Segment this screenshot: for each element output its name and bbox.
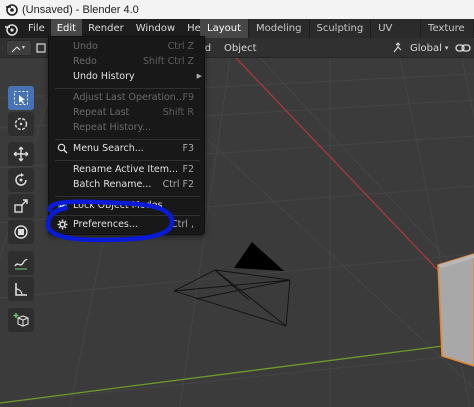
menu-separator (55, 160, 200, 161)
tool-measure[interactable] (8, 277, 34, 301)
menu-item-label: Preferences... (73, 219, 138, 230)
cursor-arrow-icon (14, 91, 28, 105)
tool-scale[interactable] (8, 194, 34, 218)
menu-item-lock-object-modes[interactable]: Lock Object Modes (49, 198, 206, 213)
menu-item-adjust-last-operation[interactable]: Adjust Last Operation... F9 (49, 90, 206, 105)
menu-item-label: Redo (73, 56, 97, 67)
tab-uv-editing[interactable]: UV Editing (371, 19, 421, 53)
menu-item-label: Lock Object Modes (73, 200, 163, 211)
menu-item-repeat-last[interactable]: Repeat Last Shift R (49, 105, 206, 120)
camera-object[interactable] (173, 242, 291, 327)
axis-gizmo-icon (11, 46, 25, 53)
editor-type-button[interactable] (6, 40, 32, 56)
menu-item-shortcut: F2 (182, 164, 194, 175)
pivot-point-button[interactable] (455, 40, 474, 56)
menu-item-redo[interactable]: Redo Shift Ctrl Z (49, 54, 206, 69)
submenu-arrow-icon: ▶ (196, 72, 202, 80)
menu-item-label: Undo (73, 41, 98, 52)
tool-add-cube[interactable] (8, 308, 34, 332)
annotate-pencil-icon (14, 258, 28, 270)
workspace-tabs: Layout Modeling Sculpting UV Editing Tex… (200, 19, 474, 53)
gear-icon (57, 219, 68, 230)
tool-select-box[interactable] (8, 86, 34, 110)
cube-object[interactable] (437, 253, 474, 367)
tab-modeling[interactable]: Modeling (249, 19, 309, 38)
menu-item-shortcut: Shift Ctrl Z (142, 56, 194, 67)
blender-menu-icon[interactable] (0, 19, 22, 38)
menu-separator (55, 139, 200, 140)
menu-item-label: Adjust Last Operation... (73, 92, 185, 103)
tool-annotate[interactable] (8, 251, 34, 275)
menu-item-preferences[interactable]: Preferences... Ctrl , (49, 217, 206, 232)
scale-icon (14, 199, 28, 213)
menu-item-shortcut: Ctrl F2 (162, 179, 194, 190)
add-cube-icon (13, 313, 29, 327)
menu-item-shortcut: Shift R (162, 107, 194, 118)
window-titlebar: (Unsaved) - Blender 4.0 (0, 0, 474, 19)
menu-item-batch-rename[interactable]: Batch Rename... Ctrl F2 (49, 177, 206, 192)
tab-texture-paint[interactable]: Texture Paint (421, 19, 473, 53)
menu-item-undo-history[interactable]: Undo History ▶ (49, 69, 206, 84)
menu-item-label: Batch Rename... (73, 179, 152, 190)
menu-item-rename-active-item[interactable]: Rename Active Item... F2 (49, 162, 206, 177)
menu-separator (55, 215, 200, 216)
menu-item-shortcut: Ctrl Z (167, 41, 194, 52)
menu-item-label: Repeat History... (73, 122, 151, 133)
menu-item-menu-search[interactable]: Menu Search... F3 (49, 141, 206, 156)
tab-sculpting[interactable]: Sculpting (309, 19, 371, 38)
select-box-icon (36, 43, 46, 53)
menu-item-undo[interactable]: Undo Ctrl Z (49, 39, 206, 54)
rotate-icon (15, 173, 27, 186)
tool-cursor[interactable] (8, 112, 34, 136)
menu-item-label: Menu Search... (73, 143, 144, 154)
transform-icon (14, 225, 28, 239)
tab-layout[interactable]: Layout (200, 19, 248, 38)
menu-item-label: Rename Active Item... (73, 164, 179, 175)
link-icon (455, 44, 471, 52)
orientation-icon (393, 42, 402, 53)
window-title: (Unsaved) - Blender 4.0 (22, 3, 139, 16)
menu-separator (55, 196, 200, 197)
measure-ruler-icon (15, 283, 27, 296)
header-menu-object[interactable]: Object (224, 40, 257, 56)
menu-item-shortcut: Ctrl , (171, 219, 194, 230)
menu-item-shortcut: F9 (182, 92, 194, 103)
blender-logo-icon (4, 3, 18, 17)
checkbox-icon (58, 201, 67, 210)
tool-transform[interactable] (8, 220, 34, 244)
move-arrows-icon (13, 146, 29, 162)
menu-file[interactable]: File (22, 19, 51, 38)
menu-item-label: Repeat Last (73, 107, 130, 118)
mode-selector-button[interactable] (36, 40, 46, 56)
crosshair-cursor-icon (14, 117, 28, 131)
tool-rotate[interactable] (8, 168, 34, 192)
transform-orientation-dropdown[interactable]: Global ▾ (392, 40, 450, 56)
menu-item-shortcut: F3 (182, 143, 194, 154)
y-axis-line (0, 341, 474, 404)
menu-item-repeat-history[interactable]: Repeat History... (49, 120, 206, 135)
orientation-label: Global (410, 42, 442, 54)
menu-item-label: Undo History (73, 71, 135, 82)
edit-menu: Undo Ctrl Z Redo Shift Ctrl Z Undo Histo… (48, 36, 205, 235)
tool-move[interactable] (8, 142, 34, 166)
menu-separator (55, 88, 200, 89)
chevron-down-icon: ▾ (444, 44, 449, 52)
search-icon (57, 143, 68, 154)
